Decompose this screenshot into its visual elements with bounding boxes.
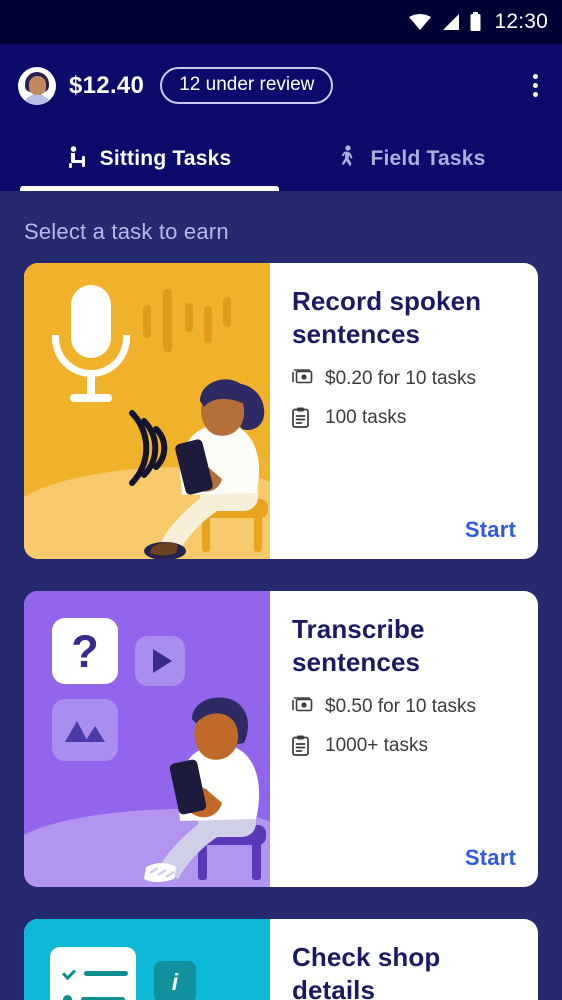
task-card-check-shop-details[interactable]: i Check shop details — [24, 919, 538, 1000]
clipboard-icon — [292, 733, 314, 761]
task-count-text: 100 tasks — [325, 407, 407, 429]
checklist-row — [63, 995, 125, 1000]
waveform-bar — [185, 303, 193, 332]
waveform-bar — [223, 297, 231, 327]
wifi-icon — [408, 13, 432, 31]
task-pay-row: $0.50 for 10 tasks — [292, 694, 518, 720]
question-mark-glyph: ? — [71, 625, 99, 677]
section-title: Select a task to earn — [24, 219, 229, 244]
task-card-info: Record spoken sentences $0.20 for 10 tas… — [270, 263, 538, 559]
tab-field-tasks-label: Field Tasks — [370, 147, 486, 170]
status-bar-clock: 12:30 — [494, 10, 548, 33]
checklist-bar — [84, 970, 128, 976]
task-list: Select a task to earn Record spoken sent… — [0, 191, 562, 1000]
tab-field-tasks[interactable]: Field Tasks — [281, 127, 544, 191]
kebab-menu-icon[interactable] — [527, 66, 544, 105]
app-screen: 12:30 $12.40 12 under review Sitting Tas… — [0, 0, 562, 1000]
checklist-row — [61, 965, 128, 981]
task-type-tabs: Sitting Tasks Field Tasks — [18, 127, 544, 191]
task-pay-text: $0.50 for 10 tasks — [325, 695, 477, 717]
waveform-bar — [204, 306, 212, 343]
info-icon: i — [154, 961, 196, 1000]
kebab-dot — [533, 92, 538, 97]
mountain-icon — [65, 721, 105, 742]
header-row: $12.40 12 under review — [18, 44, 544, 127]
image-tile — [52, 699, 118, 761]
kebab-dot — [533, 83, 538, 88]
start-button[interactable]: Start — [463, 513, 518, 545]
checklist-card — [50, 947, 136, 1000]
avatar-face — [29, 75, 46, 95]
tab-sitting-tasks[interactable]: Sitting Tasks — [18, 127, 281, 191]
check-icon — [61, 965, 77, 981]
task-pay-text: $0.20 for 10 tasks — [325, 367, 477, 389]
tab-active-underline — [20, 186, 279, 191]
status-bar: 12:30 — [0, 0, 562, 44]
checklist-info-illustration: i — [24, 919, 270, 1000]
waveform-bar — [143, 305, 151, 338]
money-icon — [292, 366, 314, 389]
task-count-row: 1000+ tasks — [292, 733, 518, 761]
task-card-transcribe-sentences[interactable]: ? Transcribe sentences $0.50 for 10 task… — [24, 591, 538, 887]
task-card-info: Transcribe sentences $0.50 for 10 tasks — [270, 591, 538, 887]
task-card-record-spoken-sentences[interactable]: Record spoken sentences $0.20 for 10 tas… — [24, 263, 538, 559]
app-header: $12.40 12 under review Sitting Tasks Fie… — [0, 44, 562, 191]
battery-icon — [469, 12, 482, 32]
task-pay-row: $0.20 for 10 tasks — [292, 366, 518, 392]
task-count-row: 100 tasks — [292, 405, 518, 433]
avatar-body — [23, 93, 51, 105]
question-mark-tile: ? — [52, 618, 118, 684]
under-review-badge[interactable]: 12 under review — [160, 67, 334, 104]
microphone-woman-illustration — [24, 263, 270, 559]
balance-amount: $12.40 — [69, 71, 145, 99]
user-avatar[interactable] — [18, 66, 56, 105]
task-title: Check shop details — [292, 942, 441, 1000]
clipboard-icon — [292, 405, 314, 433]
start-button[interactable]: Start — [463, 841, 518, 873]
task-count-text: 1000+ tasks — [325, 735, 428, 757]
play-tile — [135, 636, 185, 686]
kebab-dot — [533, 74, 538, 79]
person-walking-icon — [339, 145, 357, 173]
tab-sitting-tasks-label: Sitting Tasks — [99, 147, 232, 170]
seated-man-figure — [144, 697, 266, 882]
microphone-base — [70, 394, 112, 402]
seated-woman-figure — [129, 379, 268, 559]
bullet-dot-icon — [63, 995, 72, 1000]
task-title: Record spoken sentences — [292, 286, 482, 350]
transcribe-man-illustration: ? — [24, 591, 270, 887]
person-sitting-icon — [68, 145, 87, 173]
task-title: Transcribe sentences — [292, 614, 425, 678]
task-card-info: Check shop details — [270, 919, 538, 1000]
play-icon — [153, 649, 172, 673]
waveform-bar — [163, 289, 172, 352]
money-icon — [292, 694, 314, 717]
cellular-signal-icon — [441, 13, 460, 31]
